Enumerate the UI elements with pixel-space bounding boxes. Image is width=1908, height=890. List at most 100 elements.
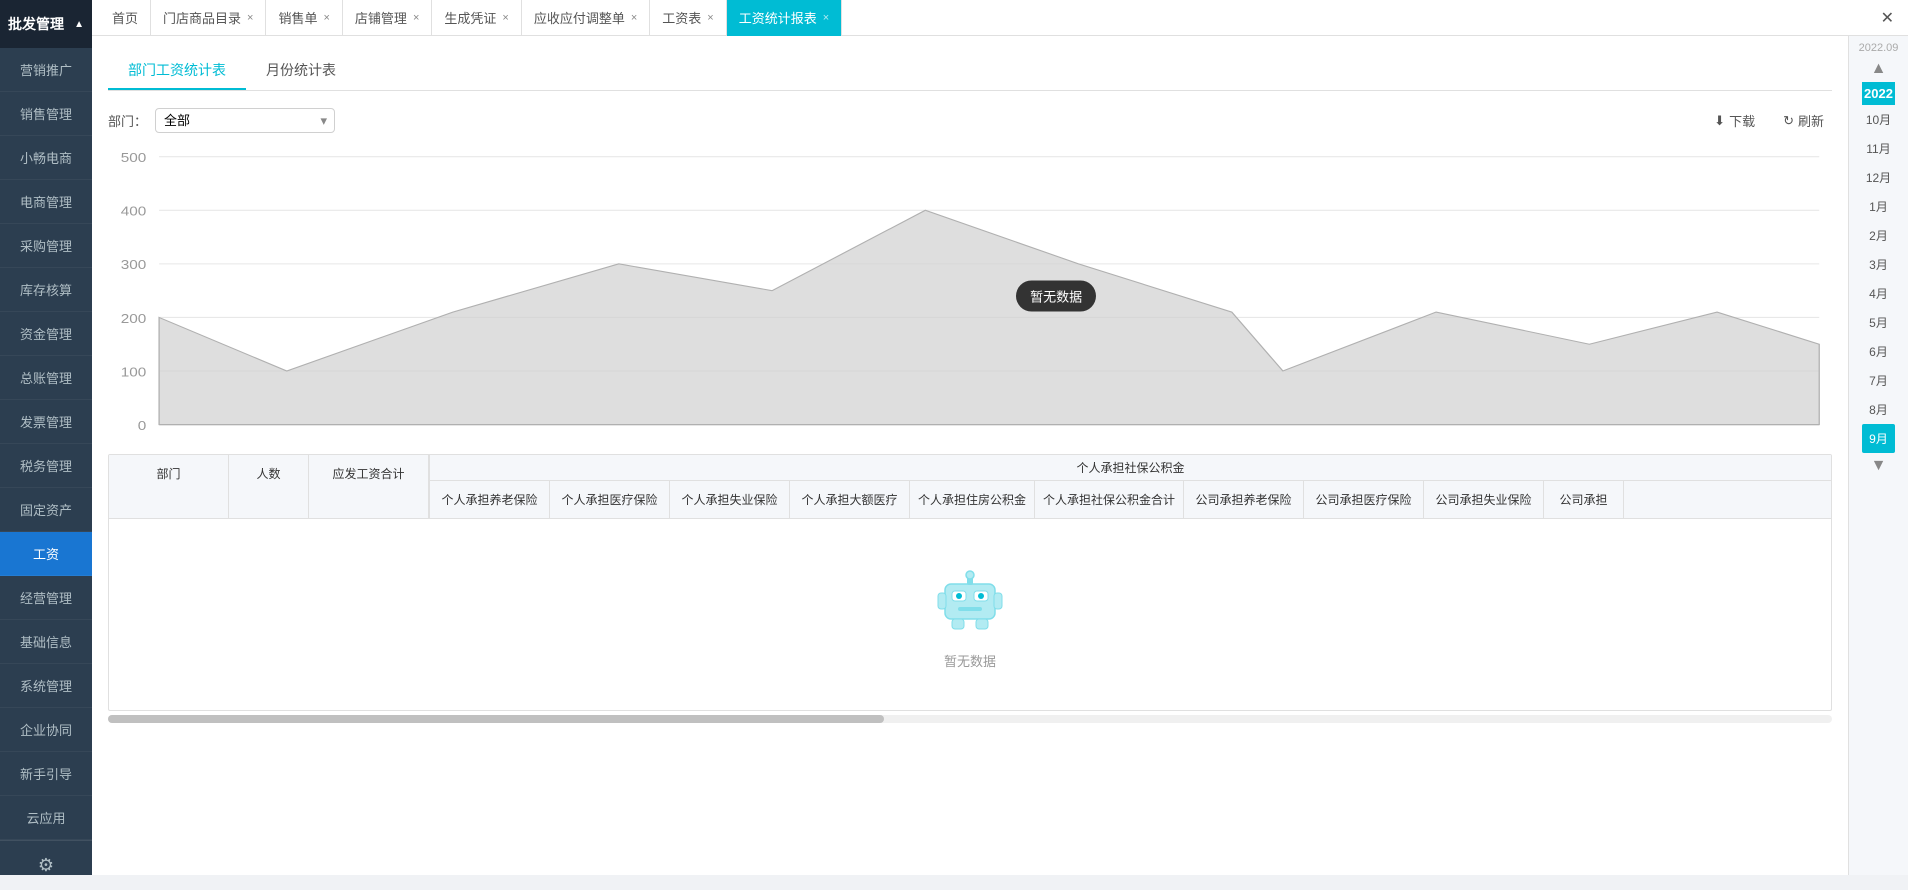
tab-工资表[interactable]: 工资表 × [650, 0, 726, 36]
download-icon: ⬇ [1714, 113, 1725, 129]
tab-close-icon[interactable]: × [502, 12, 508, 24]
tab-label: 工资统计报表 [739, 8, 817, 27]
refresh-icon: ↻ [1783, 113, 1794, 129]
scrollbar-thumb[interactable] [108, 715, 884, 723]
date-month-12月[interactable]: 12月 [1862, 163, 1895, 192]
tab-销售单[interactable]: 销售单 × [266, 0, 342, 36]
tab-close-icon[interactable]: × [823, 12, 829, 24]
date-month-1月[interactable]: 1月 [1862, 192, 1895, 221]
date-month-3月[interactable]: 3月 [1862, 250, 1895, 279]
sidebar-item-经营管理[interactable]: 经营管理 [0, 576, 92, 620]
empty-text: 暂无数据 [944, 651, 996, 670]
tab-close-icon[interactable]: × [323, 12, 329, 24]
svg-text:300: 300 [121, 257, 147, 272]
tab-生成凭证[interactable]: 生成凭证× [432, 0, 521, 36]
date-month-4月[interactable]: 4月 [1862, 279, 1895, 308]
th-count: 人数 [229, 455, 309, 518]
sidebar-item-资金管理[interactable]: 资金管理 [0, 312, 92, 356]
sidebar-item-新手引导[interactable]: 新手引导 [0, 752, 92, 796]
sidebar-item-企业协同[interactable]: 企业协同 [0, 708, 92, 752]
th-group-label: 个人承担社保公积金 [430, 455, 1831, 481]
toolbar-right: ⬇ 下载 ↻ 刷新 [1706, 107, 1832, 134]
date-year-label: 2022 [1862, 82, 1895, 105]
date-current-label: 2022.09 [1857, 40, 1901, 56]
sidebar-title: 批发管理 [8, 14, 64, 34]
date-sidebar: 2022.09 ▲ 202210月11月12月1月2月3月4月5月6月7月8月9… [1848, 36, 1908, 875]
sidebar-item-工资[interactable]: 工资 [0, 532, 92, 576]
content-area: 部门工资统计表 月份统计表 部门： 全部 ⬇ 下载 [92, 36, 1908, 875]
th-dept: 部门 [109, 455, 229, 518]
date-nav-up[interactable]: ▲ [1849, 56, 1908, 82]
sidebar-item-发票管理[interactable]: 发票管理 [0, 400, 92, 444]
tab-门店商品目录[interactable]: 门店商品目录× [151, 0, 266, 36]
refresh-button[interactable]: ↻ 刷新 [1775, 107, 1832, 134]
tab-close-icon[interactable]: × [247, 12, 253, 24]
sidebar-item-系统管理[interactable]: 系统管理 [0, 664, 92, 708]
chart-container: 500 400 300 200 100 0 [108, 146, 1832, 446]
tab-店铺管理[interactable]: 店铺管理 × [343, 0, 432, 36]
table-header: 部门 人数 应发工资合计 个人承担社保公积金 个人承担养老保险 个人承担医疗保险… [109, 455, 1831, 519]
sub-tabs: 部门工资统计表 月份统计表 [108, 52, 1832, 91]
th-unemployment: 个人承担失业保险 [670, 481, 790, 518]
settings-icon[interactable]: ⚙ [0, 840, 92, 890]
date-nav-down[interactable]: ▼ [1849, 453, 1908, 479]
sidebar-item-固定资产[interactable]: 固定资产 [0, 488, 92, 532]
dept-select[interactable]: 全部 [155, 108, 335, 133]
date-month-8月[interactable]: 8月 [1862, 395, 1895, 424]
svg-text:500: 500 [121, 150, 147, 165]
sidebar-item-采购管理[interactable]: 采购管理 [0, 224, 92, 268]
tab-label: 店铺管理 [355, 8, 407, 27]
sidebar-item-小畅电商[interactable]: 小畅电商 [0, 136, 92, 180]
svg-text:200: 200 [121, 311, 147, 326]
date-month-6月[interactable]: 6月 [1862, 337, 1895, 366]
refresh-label: 刷新 [1798, 111, 1824, 130]
tab-label: 工资表 [662, 8, 701, 27]
tab-工资统计报表[interactable]: 工资统计报表 × [727, 0, 842, 36]
sidebar-item-税务管理[interactable]: 税务管理 [0, 444, 92, 488]
tab-close-icon[interactable]: × [631, 12, 637, 24]
th-company-unemployment: 公司承担失业保险 [1424, 481, 1544, 518]
data-table: 部门 人数 应发工资合计 个人承担社保公积金 个人承担养老保险 个人承担医疗保险… [108, 454, 1832, 711]
tab-close-icon[interactable]: × [413, 12, 419, 24]
date-month-9月[interactable]: 9月 [1862, 424, 1895, 453]
th-company-pension: 公司承担养老保险 [1184, 481, 1304, 518]
page-content: 部门工资统计表 月份统计表 部门： 全部 ⬇ 下载 [92, 36, 1848, 875]
sidebar-item-库存核算[interactable]: 库存核算 [0, 268, 92, 312]
svg-text:0: 0 [138, 418, 147, 433]
date-month-10月[interactable]: 10月 [1862, 105, 1895, 134]
sidebar-item-电商管理[interactable]: 电商管理 [0, 180, 92, 224]
tab-首页[interactable]: 首页 [100, 0, 151, 36]
sidebar-header[interactable]: 批发管理 ▲ [0, 0, 92, 48]
th-pension: 个人承担养老保险 [430, 481, 550, 518]
sidebar-item-营销推广[interactable]: 营销推广 [0, 48, 92, 92]
date-month-11月[interactable]: 11月 [1862, 134, 1895, 163]
tab-label: 销售单 [278, 8, 317, 27]
date-month-5月[interactable]: 5月 [1862, 308, 1895, 337]
sidebar-item-云应用[interactable]: 云应用 [0, 796, 92, 840]
tab-bar-end: ✕ [1875, 6, 1900, 30]
tab-label: 应收应付调整单 [534, 8, 625, 27]
tab-dept-stats[interactable]: 部门工资统计表 [108, 52, 246, 90]
sidebar-item-销售管理[interactable]: 销售管理 [0, 92, 92, 136]
tab-month-stats[interactable]: 月份统计表 [246, 52, 356, 90]
download-button[interactable]: ⬇ 下载 [1706, 107, 1763, 134]
th-large-medical: 个人承担大额医疗 [790, 481, 910, 518]
date-month-2月[interactable]: 2月 [1862, 221, 1895, 250]
close-all-button[interactable]: ✕ [1875, 6, 1900, 30]
sidebar-item-基础信息[interactable]: 基础信息 [0, 620, 92, 664]
main-area: 首页门店商品目录×销售单×店铺管理×生成凭证×应收应付调整单×工资表×工资统计报… [92, 0, 1908, 875]
horizontal-scrollbar[interactable] [108, 715, 1832, 723]
chart-svg: 500 400 300 200 100 0 [108, 146, 1832, 446]
th-social-total: 个人承担社保公积金合计 [1035, 481, 1184, 518]
th-total-salary: 应发工资合计 [309, 455, 429, 518]
th-group-social: 个人承担社保公积金 个人承担养老保险 个人承担医疗保险 个人承担失业保险 个人承… [429, 455, 1831, 518]
date-month-7月[interactable]: 7月 [1862, 366, 1895, 395]
tab-bar: 首页门店商品目录×销售单×店铺管理×生成凭证×应收应付调整单×工资表×工资统计报… [92, 0, 1908, 36]
download-label: 下载 [1729, 111, 1755, 130]
chart-no-data-tooltip: 暂无数据 [1016, 281, 1096, 312]
sidebar: 批发管理 ▲ 营销推广销售管理小畅电商电商管理采购管理库存核算资金管理总账管理发… [0, 0, 92, 875]
tab-close-icon[interactable]: × [707, 12, 713, 24]
sidebar-item-总账管理[interactable]: 总账管理 [0, 356, 92, 400]
toolbar-left: 部门： 全部 [108, 108, 335, 133]
tab-应收应付调整单[interactable]: 应收应付调整单 × [522, 0, 650, 36]
